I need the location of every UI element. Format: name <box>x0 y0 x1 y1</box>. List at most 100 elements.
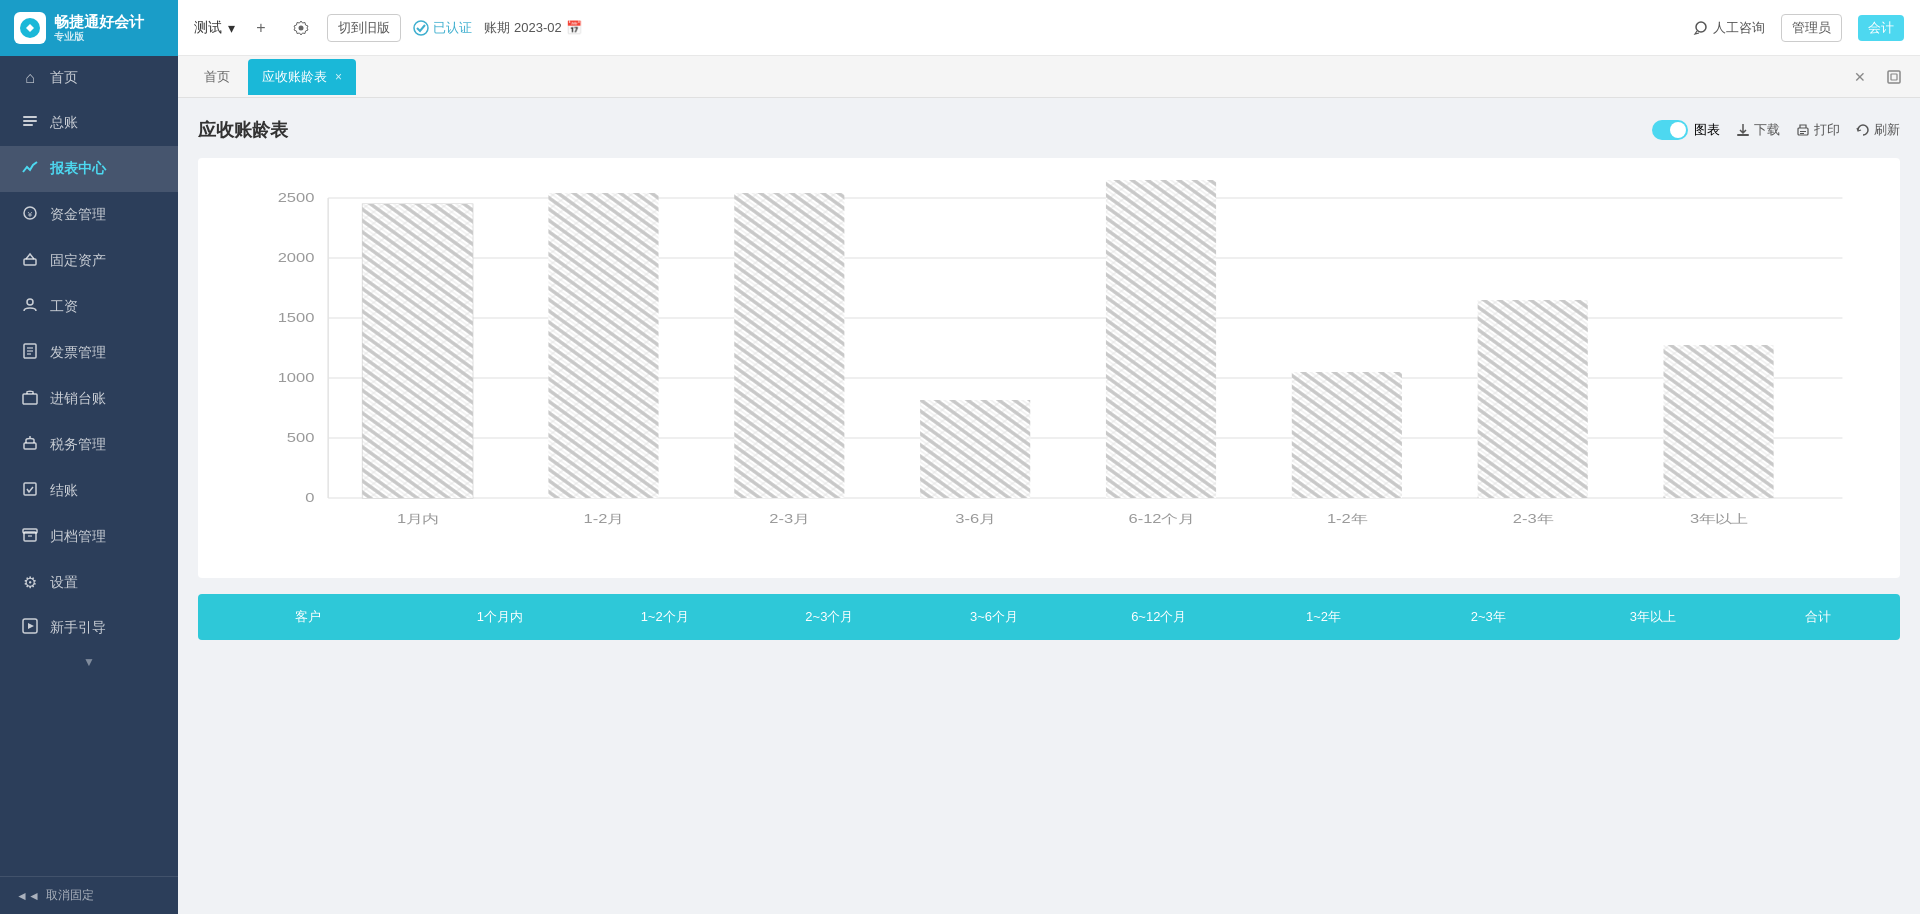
sidebar-item-ledger[interactable]: 总账 <box>0 100 178 146</box>
tab-home[interactable]: 首页 <box>190 59 244 95</box>
print-btn[interactable]: 打印 <box>1796 121 1840 139</box>
content-inner: 应收账龄表 图表 下载 <box>178 98 1920 914</box>
toggle-track[interactable] <box>1652 120 1688 140</box>
page-title: 应收账龄表 <box>198 118 288 142</box>
tab-aging-report[interactable]: 应收账龄表 × <box>248 59 356 95</box>
svg-text:0: 0 <box>305 491 314 504</box>
calendar-icon[interactable]: 📅 <box>566 20 582 35</box>
sidebar-item-tax[interactable]: 税务管理 <box>0 422 178 468</box>
svg-text:3年以上: 3年以上 <box>1690 512 1747 525</box>
sidebar-item-funds[interactable]: ¥ 资金管理 <box>0 192 178 238</box>
svg-text:1-2月: 1-2月 <box>584 512 624 525</box>
download-btn[interactable]: 下载 <box>1736 121 1780 139</box>
col-2-3m: 2~3个月 <box>747 594 912 640</box>
refresh-btn[interactable]: 刷新 <box>1856 121 1900 139</box>
closing-icon <box>20 481 40 501</box>
chart-toggle[interactable]: 图表 <box>1652 120 1720 140</box>
add-project-btn[interactable]: + <box>247 14 275 42</box>
sidebar-item-settings[interactable]: ⚙ 设置 <box>0 560 178 605</box>
sidebar-item-label: 总账 <box>50 114 78 132</box>
project-name: 测试 <box>194 19 222 37</box>
svg-text:2-3年: 2-3年 <box>1513 512 1553 525</box>
svg-rect-47 <box>920 400 1030 498</box>
old-version-btn[interactable]: 切到旧版 <box>327 14 401 42</box>
sidebar-item-label: 设置 <box>50 574 78 592</box>
download-label: 下载 <box>1754 121 1780 139</box>
svg-text:2-3月: 2-3月 <box>769 512 809 525</box>
sidebar-item-closing[interactable]: 结账 <box>0 468 178 514</box>
svg-text:1月内: 1月内 <box>397 512 438 525</box>
cancel-fixed-label: 取消固定 <box>46 887 94 904</box>
bar-chart: 0 500 1000 1500 2000 2500 <box>218 178 1870 558</box>
sidebar-item-invoice[interactable]: 发票管理 <box>0 330 178 376</box>
inventory-icon <box>20 389 40 409</box>
svg-rect-48 <box>1106 180 1216 498</box>
svg-point-23 <box>1696 22 1706 32</box>
sidebar-item-label: 工资 <box>50 298 78 316</box>
role-btn[interactable]: 会计 <box>1858 15 1904 41</box>
svg-rect-46 <box>734 193 844 498</box>
sidebar-item-archive[interactable]: 归档管理 <box>0 514 178 560</box>
svg-marker-20 <box>28 623 34 629</box>
tabs-bar: 首页 应收账龄表 × ✕ <box>178 56 1920 98</box>
sidebar-item-label: 发票管理 <box>50 344 106 362</box>
svg-text:1000: 1000 <box>278 371 315 384</box>
sidebar-item-reports[interactable]: 报表中心 <box>0 146 178 192</box>
sidebar-item-inventory[interactable]: 进销台账 <box>0 376 178 422</box>
svg-rect-3 <box>23 124 33 126</box>
toggle-thumb <box>1670 122 1686 138</box>
tab-maximize-btn[interactable] <box>1880 63 1908 91</box>
svg-rect-1 <box>23 116 37 118</box>
sidebar-item-label: 固定资产 <box>50 252 106 270</box>
period-label: 账期 <box>484 19 510 37</box>
svg-rect-26 <box>1737 134 1749 136</box>
chart-toggle-label: 图表 <box>1694 121 1720 139</box>
svg-rect-45 <box>548 193 658 498</box>
svg-text:1-2年: 1-2年 <box>1327 512 1367 525</box>
scroll-indicator-down: ▼ <box>0 651 178 673</box>
sidebar-item-label: 归档管理 <box>50 528 106 546</box>
svg-rect-28 <box>1800 131 1806 132</box>
funds-icon: ¥ <box>20 205 40 225</box>
svg-text:6-12个月: 6-12个月 <box>1128 512 1193 525</box>
sidebar-item-label: 进销台账 <box>50 390 106 408</box>
app-name: 畅捷通好会计 <box>54 13 144 31</box>
sidebar-item-label: 报表中心 <box>50 160 106 178</box>
svg-text:500: 500 <box>287 431 315 444</box>
certified-badge: 已认证 <box>413 19 472 37</box>
tab-home-label: 首页 <box>204 68 230 86</box>
svg-rect-6 <box>24 259 36 265</box>
invoice-icon <box>20 343 40 363</box>
project-selector[interactable]: 测试 ▾ <box>194 19 235 37</box>
svg-text:3-6月: 3-6月 <box>955 512 995 525</box>
consult-btn[interactable]: 人工咨询 <box>1693 19 1765 37</box>
ledger-icon <box>20 113 40 133</box>
svg-rect-25 <box>1891 74 1897 80</box>
home-icon: ⌂ <box>20 69 40 87</box>
sidebar: 畅捷通好会计 专业版 ⌂ 首页 总账 报表中心 <box>0 0 178 914</box>
tab-close-window-btn[interactable]: ✕ <box>1846 63 1874 91</box>
topbar: 测试 ▾ + 切到旧版 已认证 账期 2023-02 📅 <box>178 0 1920 56</box>
sidebar-item-salary[interactable]: 工资 <box>0 284 178 330</box>
svg-rect-13 <box>24 443 36 449</box>
aging-table: 客户 1个月内 1~2个月 2~3个月 3~6个月 6~12个月 1~2年 2~… <box>198 594 1900 640</box>
tab-aging-label: 应收账龄表 <box>262 68 327 86</box>
svg-rect-15 <box>24 483 36 495</box>
chart-container: 0 500 1000 1500 2000 2500 <box>198 158 1900 578</box>
sidebar-item-assets[interactable]: 固定资产 <box>0 238 178 284</box>
sidebar-item-label: 结账 <box>50 482 78 500</box>
svg-rect-44 <box>363 204 473 498</box>
settings-btn[interactable] <box>287 14 315 42</box>
svg-rect-2 <box>23 120 37 122</box>
svg-point-7 <box>27 299 33 305</box>
sidebar-item-guide[interactable]: 新手引导 <box>0 605 178 651</box>
sidebar-item-home[interactable]: ⌂ 首页 <box>0 56 178 100</box>
table-header: 客户 1个月内 1~2个月 2~3个月 3~6个月 6~12个月 1~2年 2~… <box>198 594 1900 640</box>
app-edition: 专业版 <box>54 31 144 43</box>
user-btn[interactable]: 管理员 <box>1781 14 1842 42</box>
cancel-fixed-btn[interactable]: ◄◄ 取消固定 <box>0 876 178 914</box>
sidebar-logo: 畅捷通好会计 专业版 <box>0 0 178 56</box>
tab-close-btn[interactable]: × <box>335 70 342 84</box>
col-1m: 1个月内 <box>418 594 583 640</box>
svg-rect-49 <box>1292 372 1402 498</box>
